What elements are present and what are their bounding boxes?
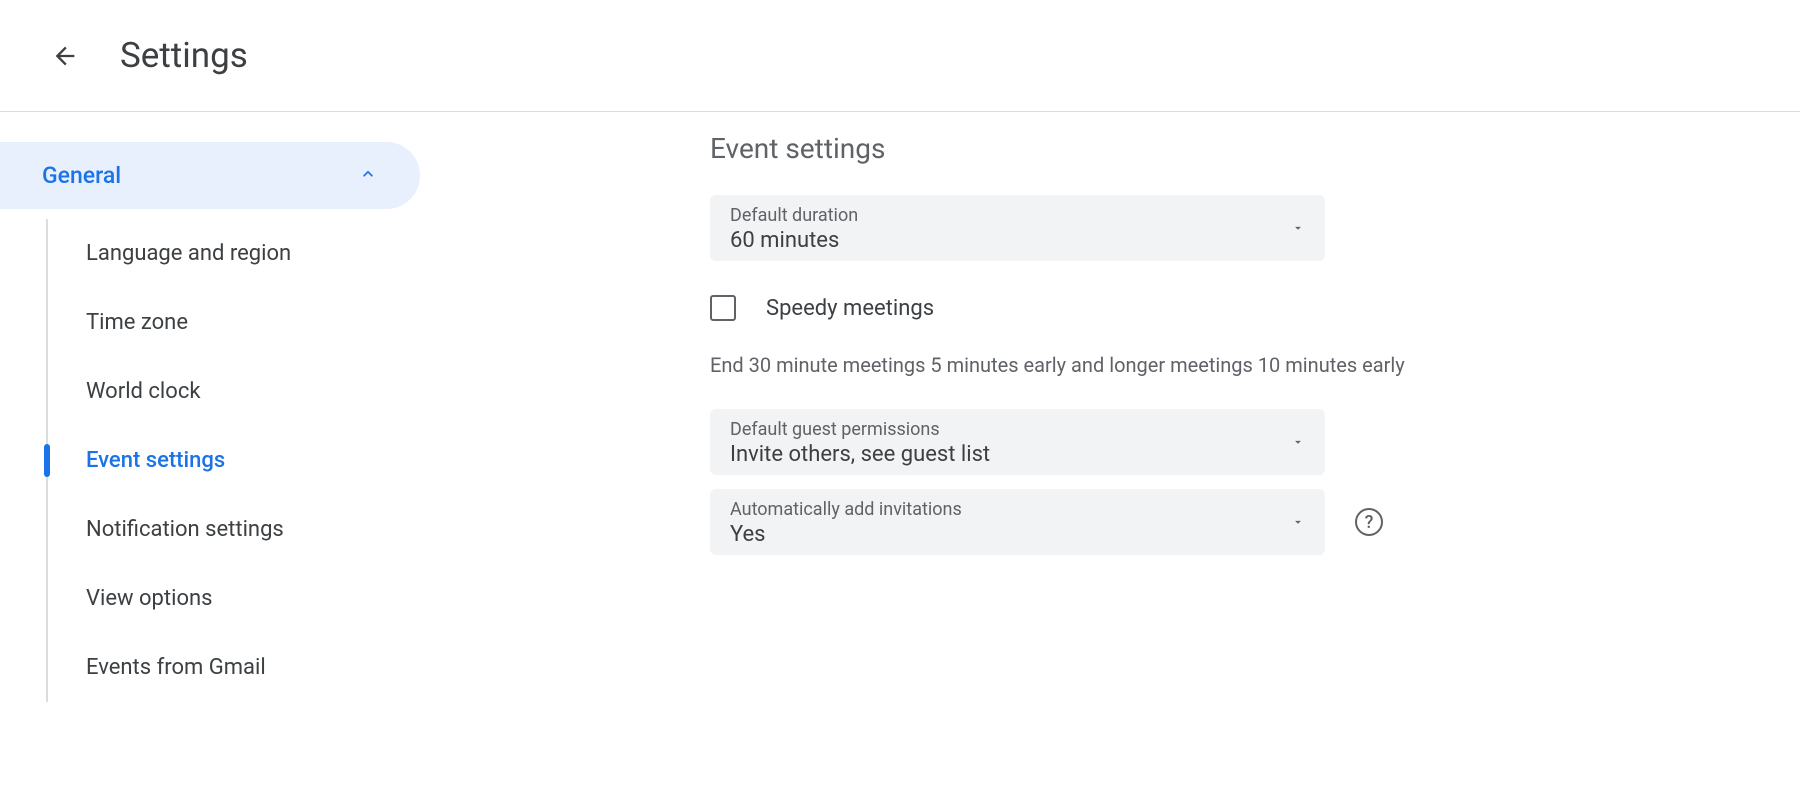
dropdown-value: Yes xyxy=(730,522,962,547)
dropdown-label: Default duration xyxy=(730,205,858,226)
dropdown-arrow-icon xyxy=(1291,514,1305,533)
dropdown-arrow-icon xyxy=(1291,434,1305,453)
sidebar-item-view-options[interactable]: View options xyxy=(48,564,420,633)
auto-invitations-dropdown[interactable]: Automatically add invitations Yes xyxy=(710,489,1325,555)
arrow-left-icon xyxy=(51,42,79,70)
guest-permissions-dropdown[interactable]: Default guest permissions Invite others,… xyxy=(710,409,1325,475)
dropdown-label: Automatically add invitations xyxy=(730,499,962,520)
speedy-meetings-row: Speedy meetings xyxy=(710,275,1800,331)
sidebar-item-event-settings[interactable]: Event settings xyxy=(48,426,420,495)
page-title: Settings xyxy=(120,35,248,76)
sidebar-item-time-zone[interactable]: Time zone xyxy=(48,288,420,357)
nav-group-label: General xyxy=(42,162,121,189)
dropdown-value: 60 minutes xyxy=(730,228,858,253)
sidebar: General Language and region Time zone Wo… xyxy=(0,112,420,702)
back-button[interactable] xyxy=(50,41,80,71)
main-panel: Event settings Default duration 60 minut… xyxy=(420,112,1800,702)
speedy-meetings-helper: End 30 minute meetings 5 minutes early a… xyxy=(710,353,1800,377)
dropdown-value: Invite others, see guest list xyxy=(730,442,990,467)
dropdown-label: Default guest permissions xyxy=(730,419,990,440)
settings-header: Settings xyxy=(0,0,1800,112)
default-duration-dropdown[interactable]: Default duration 60 minutes xyxy=(710,195,1325,261)
nav-group-general[interactable]: General xyxy=(0,142,420,209)
sidebar-item-world-clock[interactable]: World clock xyxy=(48,357,420,426)
speedy-meetings-label: Speedy meetings xyxy=(766,296,934,321)
sidebar-item-events-from-gmail[interactable]: Events from Gmail xyxy=(48,633,420,702)
sidebar-item-notification-settings[interactable]: Notification settings xyxy=(48,495,420,564)
nav-items: Language and region Time zone World cloc… xyxy=(46,219,420,702)
chevron-up-icon xyxy=(358,164,378,188)
section-title: Event settings xyxy=(710,132,1800,165)
sidebar-item-language-region[interactable]: Language and region xyxy=(48,219,420,288)
dropdown-arrow-icon xyxy=(1291,220,1305,239)
speedy-meetings-checkbox[interactable] xyxy=(710,295,736,321)
help-icon[interactable]: ? xyxy=(1355,508,1383,536)
